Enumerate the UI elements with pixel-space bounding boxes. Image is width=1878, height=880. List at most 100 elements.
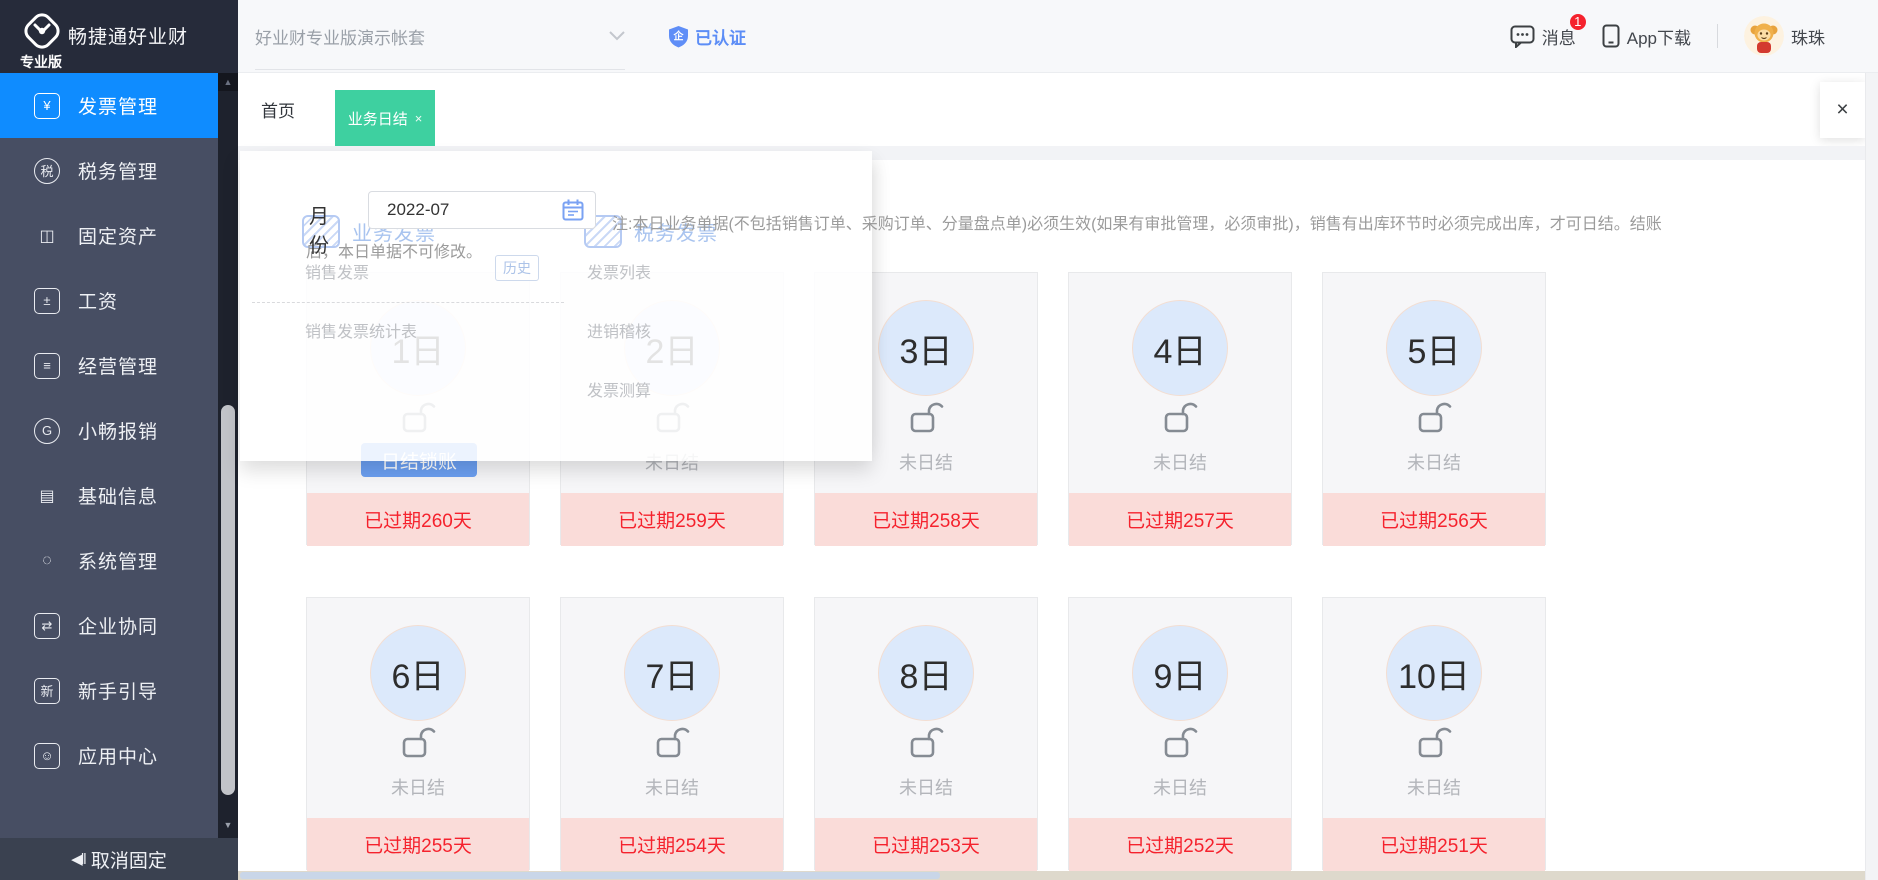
unpin-sidebar-button[interactable]: ◀‖ 取消固定 [0, 838, 238, 880]
card-status: 未日结 [645, 778, 699, 798]
sidebar-item-4[interactable]: ± 工资 [0, 268, 218, 333]
sidebar: 畅捷通好业财 专业版 ¥ 发票管理税税务管理 ◫ 固定资产 ± 工资 ≡ 经营管理 G 小畅报销 ▤… [0, 0, 238, 880]
sidebar-item-11[interactable]: ☺ 应用中心 [0, 723, 218, 788]
page-note-line2: 后，本日单据不可修改。 [306, 244, 483, 261]
page-note-line1: 注:本日业务单据(不包括销售订单、采购订单、分量盘点单)必须生效(如果有审批管理… [612, 216, 1662, 233]
close-icon: × [1836, 98, 1849, 121]
payroll-icon: ± [34, 287, 60, 314]
card-status: 未日结 [1407, 778, 1461, 798]
unpin-icon: ◀‖ [71, 851, 87, 868]
flyout-item[interactable]: 发票测算 [587, 377, 651, 401]
account-select[interactable]: 好业财专业版演示帐套 [255, 0, 625, 72]
avatar [1744, 16, 1784, 56]
tax-icon: 税 [34, 157, 60, 184]
flyout-item[interactable]: 销售发票统计表 [305, 318, 417, 342]
unpin-label: 取消固定 [90, 850, 167, 872]
logo-block: 畅捷通好业财 专业版 [0, 0, 238, 73]
history-tag-button[interactable]: 历史 [495, 255, 539, 281]
account-underline [255, 69, 625, 70]
username: 珠珠 [1791, 28, 1825, 48]
tab-close-icon[interactable]: × [415, 111, 423, 126]
sidebar-item-label: 小畅报销 [78, 422, 159, 443]
day-circle: 8日 [878, 625, 974, 721]
sidebar-item-9[interactable]: ⇄ 企业协同 [0, 593, 218, 658]
chevron-down-icon [609, 31, 625, 41]
sidebar-item-5[interactable]: ≡ 经营管理 [0, 333, 218, 398]
scroll-up-icon[interactable]: ▲ [218, 73, 238, 91]
day-card-6日[interactable]: 6日未日结已过期255天 [306, 597, 530, 871]
card-status: 未日结 [1153, 453, 1207, 473]
vertical-scrollbar[interactable] [1865, 73, 1878, 880]
tab-home[interactable]: 首页 [261, 73, 295, 146]
card-status: 未日结 [391, 778, 445, 798]
expired-badge: 已过期260天 [307, 493, 529, 546]
expired-badge: 已过期256天 [1323, 493, 1545, 546]
card-status: 未日结 [1407, 453, 1461, 473]
day-card-8日[interactable]: 8日 未日结 已过期253天 [814, 597, 1038, 871]
verified-badge: 企 已认证 [668, 0, 746, 72]
app-download-button[interactable]: App下载 [1602, 24, 1691, 49]
tab-active-label: 业务日结 [347, 110, 408, 128]
tab-home-label: 首页 [261, 102, 295, 121]
sidebar-item-3[interactable]: ◫ 固定资产 [0, 203, 218, 268]
flyout-item[interactable]: 进销稽核 [587, 318, 651, 342]
system-icon: ◌ [42, 551, 52, 569]
month-input[interactable]: 2022-07 [368, 191, 596, 229]
day-circle: 4日 [1132, 300, 1228, 396]
sidebar-item-label: 企业协同 [78, 617, 159, 638]
flyout-item[interactable]: 销售发票 [305, 259, 369, 283]
day-card-10日[interactable]: 10日 未日结 已过期251天 [1322, 597, 1546, 871]
chanjet-logo-icon [24, 13, 60, 49]
reimburse-icon: G [34, 417, 60, 444]
horizontal-scrollbar[interactable] [238, 871, 1865, 880]
day-circle: 9日 [1132, 625, 1228, 721]
sidebar-item-label: 系统管理 [78, 552, 159, 573]
sidebar-item-7[interactable]: ▤ 基础信息 [0, 463, 218, 528]
flyout-divider [252, 302, 564, 303]
expired-badge: 已过期253天 [815, 818, 1037, 871]
sidebar-item-2[interactable]: 税税务管理 [0, 138, 218, 203]
logo-subtitle: 专业版 [20, 54, 62, 70]
sidebar-item-10[interactable]: 新新手引导 [0, 658, 218, 723]
operations-icon: ≡ [34, 352, 60, 379]
day-card-5日[interactable]: 5日未日结已过期256天 [1322, 272, 1546, 546]
tab-business-daily-close[interactable]: 业务日结 × [335, 90, 435, 146]
sidebar-scrollbar[interactable]: ▲ ▼ [218, 73, 238, 838]
messages-badge: 1 [1567, 11, 1588, 32]
expired-badge: 已过期259天 [561, 493, 783, 546]
sidebar-item-6[interactable]: G 小畅报销 [0, 398, 218, 463]
flyout-item[interactable]: 发票列表 [587, 259, 651, 283]
sidebar-item-label: 经营管理 [78, 357, 159, 378]
calendar-icon[interactable] [561, 198, 585, 222]
fixed-assets-icon: ◫ [39, 227, 55, 245]
unlock-icon [907, 399, 947, 440]
collaboration-icon: ⇄ [34, 612, 60, 639]
header-divider [1717, 24, 1718, 48]
sidebar-item-8[interactable]: ◌ 系统管理 [0, 528, 218, 593]
day-circle: 6日 [370, 625, 466, 721]
expired-badge: 已过期254天 [561, 818, 783, 871]
day-card-9日[interactable]: 9日 未日结 已过期252天 [1068, 597, 1292, 871]
sidebar-scrollbar-thumb[interactable] [221, 405, 235, 795]
guide-icon: 新 [34, 677, 60, 704]
day-card-7日[interactable]: 7日 未日结 已过期254天 [560, 597, 784, 871]
horizontal-scrollbar-thumb[interactable] [240, 872, 940, 879]
unlock-icon [1161, 724, 1201, 765]
unlock-icon [907, 724, 947, 765]
shield-icon: 企 [669, 25, 688, 47]
sidebar-item-1[interactable]: ¥ 发票管理 [0, 73, 218, 138]
tab-bar: 首页 业务日结 × × [238, 73, 1865, 146]
account-select-value: 好业财专业版演示帐套 [255, 28, 425, 48]
logo-title: 畅捷通好业财 [68, 27, 189, 48]
scroll-down-icon[interactable]: ▼ [218, 817, 238, 833]
expired-badge: 已过期255天 [307, 818, 529, 871]
app-window: 畅捷通好业财 专业版 ¥ 发票管理税税务管理 ◫ 固定资产 ± 工资 ≡ 经营管理 G 小畅报销 ▤… [0, 0, 1878, 880]
unlock-icon [653, 724, 693, 765]
user-menu[interactable]: 珠珠 [1744, 16, 1825, 56]
close-tab-button[interactable]: × [1820, 82, 1865, 138]
card-status: 未日结 [1153, 778, 1207, 798]
messages-button[interactable]: 消息 1 [1510, 11, 1588, 49]
sidebar-item-label: 应用中心 [78, 747, 159, 768]
day-card-4日[interactable]: 4日 未日结 已过期257天 [1068, 272, 1292, 546]
day-circle: 5日 [1386, 300, 1482, 396]
